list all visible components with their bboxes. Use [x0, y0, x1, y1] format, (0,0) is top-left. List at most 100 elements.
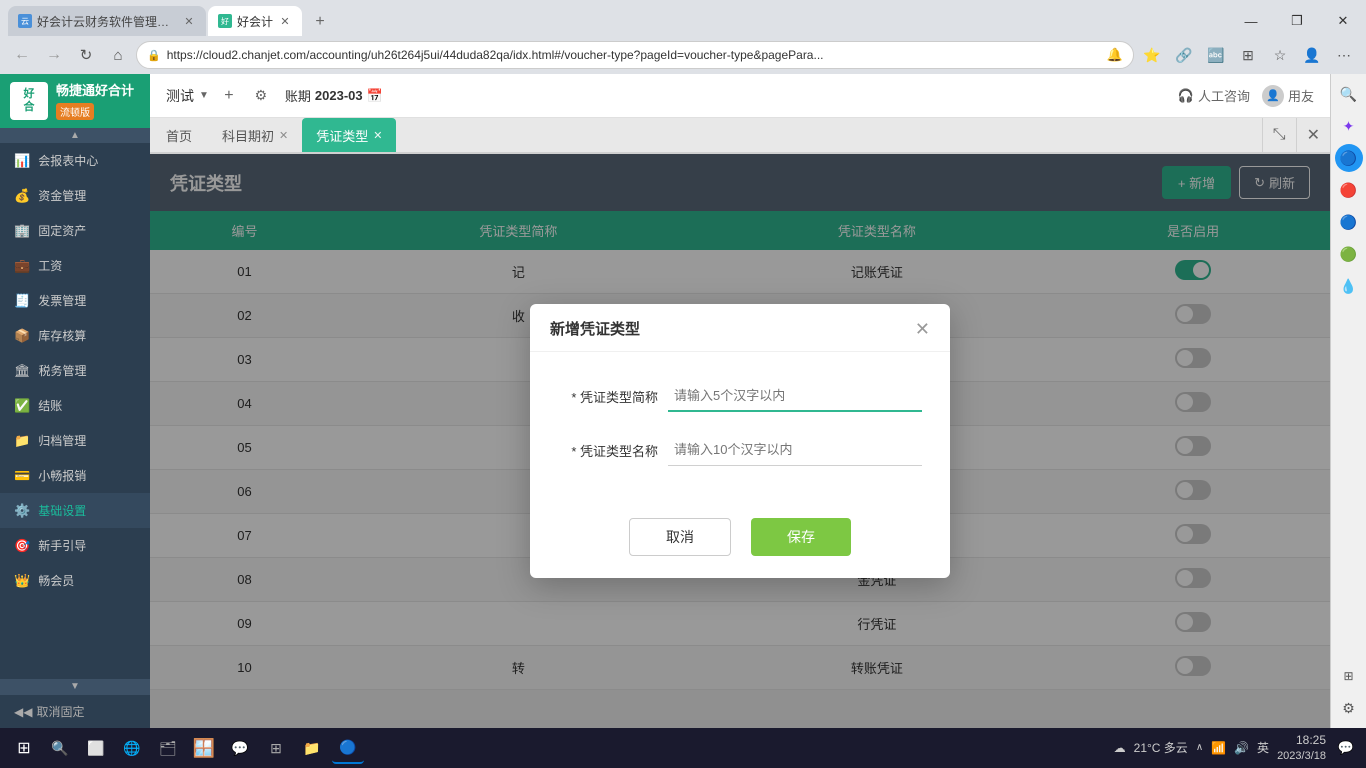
win-minimize-button[interactable]: — — [1228, 6, 1274, 36]
taskbar-search-button[interactable]: 🔍 — [44, 732, 76, 764]
tab-bar: 云 好会计云财务软件管理系统_会计 ✕ 好 好会计 ✕ + — ❒ ✕ — [0, 0, 1366, 36]
taskbar-app5-button[interactable]: ⊞ — [260, 732, 292, 764]
sidebar-item-settlement[interactable]: ✅ 结账 — [0, 388, 150, 423]
win-restore-button[interactable]: ❒ — [1274, 6, 1320, 36]
reload-button[interactable]: ↻ — [72, 41, 100, 69]
dialog: 新增凭证类型 ✕ * 凭证类型简称 * 凭证类型名称 — [530, 304, 950, 578]
sidebar-scroll-up[interactable]: ▲ — [0, 128, 150, 143]
workspace-selector[interactable]: 测试 ▼ — [166, 86, 209, 106]
taskbar-lang: 英 — [1257, 739, 1269, 756]
asset-icon: 💰 — [14, 188, 30, 204]
panel-grid-button[interactable]: ⊞ — [1335, 662, 1363, 690]
calendar-icon[interactable]: 📅 — [367, 88, 383, 104]
sidebar-logo: 好合 畅捷通好合计 流顿版 — [0, 74, 150, 128]
dialog-header: 新增凭证类型 ✕ — [530, 304, 950, 352]
panel-ext5-button[interactable]: 💧 — [1335, 272, 1363, 300]
tab-subject-close[interactable]: ✕ — [279, 129, 288, 142]
taskbar-task-view-button[interactable]: ⬜ — [80, 732, 112, 764]
url-notification-icon: 🔔 — [1107, 47, 1123, 63]
new-tab-button[interactable]: + — [306, 8, 334, 36]
add-workspace-button[interactable]: + — [217, 84, 241, 108]
sidebar-item-report[interactable]: 📊 会报表中心 — [0, 143, 150, 178]
panel-ext2-button[interactable]: 🔴 — [1335, 176, 1363, 204]
taskbar-chevron[interactable]: ∧ — [1196, 742, 1203, 753]
logo-badge: 流顿版 — [56, 103, 94, 120]
payroll-icon: 💼 — [14, 258, 30, 274]
taskbar-start-button[interactable]: ⊞ — [8, 732, 40, 764]
settlement-icon: ✅ — [14, 398, 30, 414]
tab2-close[interactable]: ✕ — [278, 14, 292, 28]
forward-button[interactable]: → — [40, 41, 68, 69]
dialog-close-button[interactable]: ✕ — [915, 320, 930, 338]
workspace-settings-button[interactable]: ⚙ — [249, 84, 273, 108]
sidebar-item-tax[interactable]: 🏛 税务管理 — [0, 353, 150, 388]
tab-home[interactable]: 首页 — [150, 118, 208, 152]
tab-voucher-type-label: 凭证类型 — [316, 126, 368, 145]
sidebar-item-member[interactable]: 👑 畅会员 — [0, 563, 150, 598]
short-input[interactable] — [668, 380, 922, 412]
app-bar-right: 🎧 人工咨询 👤 用友 — [1178, 85, 1314, 107]
panel-ext1-button[interactable]: 🔵 — [1335, 144, 1363, 172]
sidebar-item-asset[interactable]: 💰 资金管理 — [0, 178, 150, 213]
panel-ext3-button[interactable]: 🔵 — [1335, 208, 1363, 236]
taskbar-volume-icon: 🔊 — [1234, 741, 1249, 755]
taskbar-app2-button[interactable]: 🗂 — [152, 732, 184, 764]
sidebar-item-guide[interactable]: 🎯 新手引导 — [0, 528, 150, 563]
dialog-title: 新增凭证类型 — [550, 318, 640, 339]
extension-button-1[interactable]: ⭐ — [1138, 41, 1166, 69]
panel-ext4-button[interactable]: 🟢 — [1335, 240, 1363, 268]
sidebar-label-asset: 资金管理 — [38, 187, 86, 204]
unpin-button[interactable]: ◀◀ 取消固定 — [0, 694, 150, 728]
sidebar-scroll-down[interactable]: ▼ — [0, 679, 150, 694]
taskbar-app6-button[interactable]: 📁 — [296, 732, 328, 764]
settings-icon: ⚙️ — [14, 503, 30, 519]
save-button[interactable]: 保存 — [751, 518, 851, 556]
sidebar: 好合 畅捷通好合计 流顿版 ▲ 📊 会报表中心 💰 资金管理 🏢 固定资产 — [0, 74, 150, 728]
panel-settings-button[interactable]: ⚙ — [1335, 694, 1363, 722]
extension-button-6[interactable]: 👤 — [1298, 41, 1326, 69]
sidebar-item-payroll[interactable]: 💼 工资 — [0, 248, 150, 283]
tab-close-panel-button[interactable]: ✕ — [1296, 118, 1330, 152]
taskbar-app1-button[interactable]: 🌐 — [116, 732, 148, 764]
taskbar-app7-button[interactable]: 🔵 — [332, 732, 364, 764]
tab-voucher-type-close[interactable]: ✕ — [373, 129, 382, 142]
consult-button[interactable]: 🎧 人工咨询 — [1178, 86, 1250, 105]
form-row-short: * 凭证类型简称 — [558, 380, 922, 412]
extension-button-5[interactable]: ☆ — [1266, 41, 1294, 69]
extension-button-2[interactable]: 🔗 — [1170, 41, 1198, 69]
tab1-favicon: 云 — [18, 14, 32, 28]
sidebar-item-basic-settings[interactable]: ⚙️ 基础设置 — [0, 493, 150, 528]
url-bar[interactable]: 🔒 https://cloud2.chanjet.com/accounting/… — [136, 41, 1134, 69]
win-close-button[interactable]: ✕ — [1320, 6, 1366, 36]
sidebar-item-invoice[interactable]: 🧾 发票管理 — [0, 283, 150, 318]
extension-button-4[interactable]: ⊞ — [1234, 41, 1262, 69]
archive-icon: 📁 — [14, 433, 30, 449]
tab1-close[interactable]: ✕ — [182, 14, 196, 28]
panel-search-button[interactable]: 🔍 — [1335, 80, 1363, 108]
taskbar-app4-button[interactable]: 💬 — [224, 732, 256, 764]
headset-icon: 🎧 — [1178, 88, 1194, 104]
taskbar-notification-button[interactable]: 💬 — [1334, 736, 1358, 760]
inventory-icon: 📦 — [14, 328, 30, 344]
tab-inactive[interactable]: 云 好会计云财务软件管理系统_会计 ✕ — [8, 6, 206, 36]
home-button[interactable]: ⌂ — [104, 41, 132, 69]
sidebar-item-expense[interactable]: 💳 小畅报销 — [0, 458, 150, 493]
sidebar-item-archive[interactable]: 📁 归档管理 — [0, 423, 150, 458]
tab-active[interactable]: 好 好会计 ✕ — [208, 6, 302, 36]
tab-maximize-button[interactable]: ⤡ — [1262, 118, 1296, 152]
sidebar-item-fixed[interactable]: 🏢 固定资产 — [0, 213, 150, 248]
sidebar-label-report: 会报表中心 — [38, 152, 98, 169]
user-avatar: 👤 — [1262, 85, 1284, 107]
sidebar-item-inventory[interactable]: 📦 库存核算 — [0, 318, 150, 353]
extension-button-3[interactable]: 🔤 — [1202, 41, 1230, 69]
taskbar-app3-button[interactable]: 🪟 — [188, 732, 220, 764]
back-button[interactable]: ← — [8, 41, 36, 69]
user-button[interactable]: 👤 用友 — [1262, 85, 1314, 107]
tab-voucher-type[interactable]: 凭证类型 ✕ — [302, 118, 396, 152]
name-input[interactable] — [668, 434, 922, 466]
tab-subject[interactable]: 科目期初 ✕ — [208, 118, 302, 152]
logo-icon: 好合 — [10, 82, 48, 120]
cancel-button[interactable]: 取消 — [629, 518, 731, 556]
more-button[interactable]: ⋯ — [1330, 41, 1358, 69]
panel-copilot-button[interactable]: ✦ — [1335, 112, 1363, 140]
